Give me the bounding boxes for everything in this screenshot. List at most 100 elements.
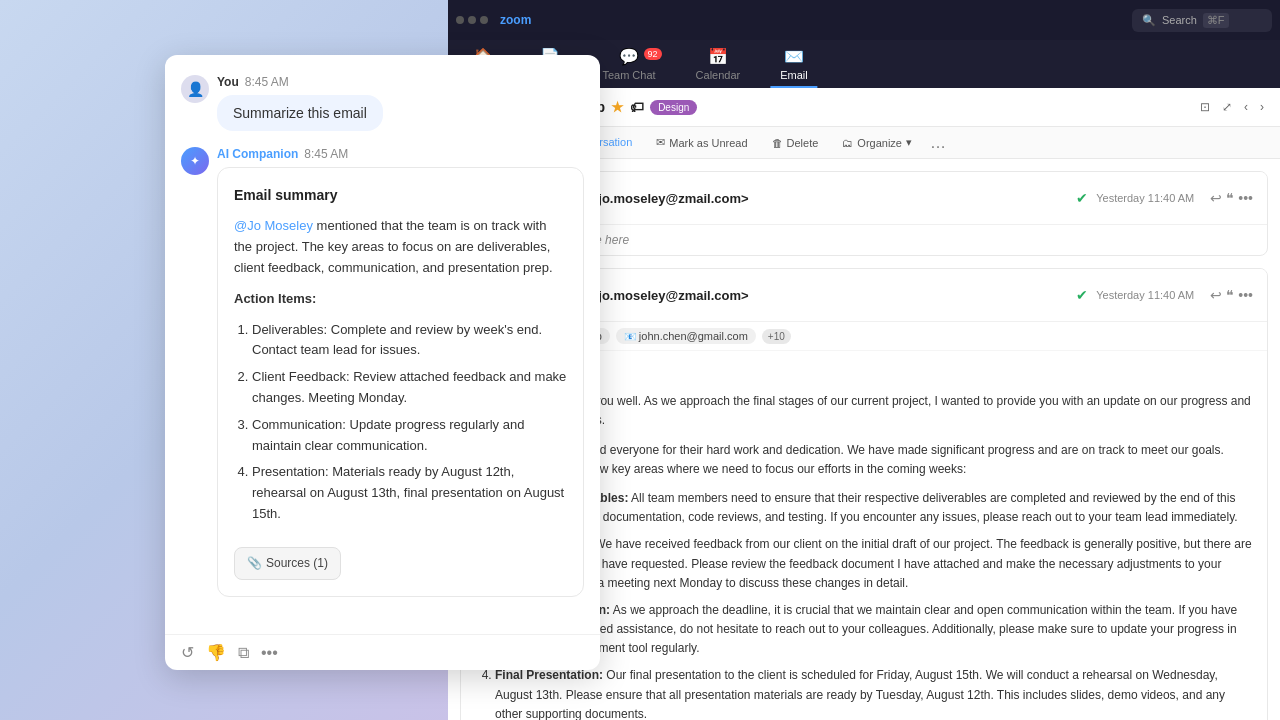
star-icon[interactable]: ★ [611,99,624,115]
sources-icon: 📎 [247,554,262,573]
timestamp-1: Yesterday 11:40 AM [1096,192,1194,204]
more-icon-2[interactable]: ••• [1238,287,1253,303]
copy-button[interactable]: ⧉ [238,644,249,662]
verified-icon-2: ✔ [1076,287,1088,303]
refresh-button[interactable]: ↺ [181,643,194,662]
sender-info-2: Jo Moseley <jo.moseley@zmail.com> [517,288,1076,303]
more-actions-button[interactable]: … [930,134,946,152]
verified-icon-1: ✔ [1076,190,1088,206]
dot-green [480,16,488,24]
recipient-name-2: john.chen@gmail.com [639,330,748,342]
window-controls [456,16,488,24]
ai-avatar-icon: ✦ [190,154,200,168]
top-bar-left: zoom [456,13,531,27]
tag-icon: 🏷 [630,99,644,115]
mark-unread-icon: ✉ [656,136,665,149]
dislike-button[interactable]: 👎 [206,643,226,662]
search-bar[interactable]: 🔍 Search ⌘F [1132,9,1272,32]
organize-button[interactable]: 🗂 Organize ▾ [836,133,918,152]
top-bar: zoom 🔍 Search ⌘F [448,0,1280,40]
design-tag[interactable]: Design [650,100,697,115]
ai-summary-text: @Jo Moseley mentioned that the team is o… [234,216,567,278]
chat-messages: 👤 You 8:45 AM Summarize this email ✦ AI … [165,55,600,634]
nav-next-icon[interactable]: › [1256,96,1268,118]
email-actions-1: ↩ ❝ ••• [1210,190,1253,206]
ai-avatar: ✦ [181,147,209,175]
action-item-4: Presentation: Materials ready by August … [252,462,567,524]
user-name: You [217,75,239,89]
email-item-1: Finalizing Deliverables: All team member… [495,489,1253,527]
chat-panel: 👤 You 8:45 AM Summarize this email ✦ AI … [165,55,600,670]
ai-info: AI Companion 8:45 AM Email summary @Jo M… [217,147,584,597]
toolbar-actions: ⊡ ⤢ ‹ › [1196,96,1268,118]
organize-icon: 🗂 [842,137,853,149]
quote-icon-2[interactable]: ❝ [1226,287,1234,303]
team-chat-badge: 92 [644,48,662,60]
email-actions-2: ↩ ❝ ••• [1210,287,1253,303]
quote-icon-1[interactable]: ❝ [1226,190,1234,206]
search-shortcut: ⌘F [1203,13,1229,28]
sender-info-1: Jo Moseley <jo.moseley@zmail.com> [517,191,1076,206]
nav-prev-icon[interactable]: ‹ [1240,96,1252,118]
recipient-icon-2: 📧 [624,331,636,342]
sources-label: Sources (1) [266,554,328,573]
recipient-chip-2: 📧 john.chen@gmail.com [616,328,756,344]
action-items-heading: Action Items: [234,291,316,306]
action-item-3: Communication: Update progress regularly… [252,415,567,457]
nav-label-team-chat: Team Chat [602,69,655,81]
resize-icon[interactable]: ⊡ [1196,96,1214,118]
email-item-2: Client Feedback: We have received feedba… [495,535,1253,593]
team-chat-icon: 💬 [619,47,639,66]
mention: @Jo Moseley [234,218,313,233]
sources-button[interactable]: 📎 Sources (1) [234,547,341,580]
user-message-row: 👤 You 8:45 AM Summarize this email [181,75,584,131]
ai-message-row: ✦ AI Companion 8:45 AM Email summary @Jo… [181,147,584,597]
more-options-button[interactable]: ••• [261,644,278,662]
ai-name-time: AI Companion 8:45 AM [217,147,584,161]
user-bubble: Summarize this email [217,95,383,131]
nav-label-calendar: Calendar [696,69,741,81]
organize-chevron: ▾ [906,136,912,149]
sender-name-1: Jo Moseley <jo.moseley@zmail.com> [517,191,1076,206]
action-items-label: Action Items: [234,289,567,310]
action-item-1: Deliverables: Complete and review by wee… [252,320,567,362]
user-avatar-icon: 👤 [187,81,204,97]
email-summary-heading: Email summary [234,184,567,206]
user-info: You 8:45 AM Summarize this email [217,75,383,131]
email-icon: ✉️ [784,47,804,66]
dot-red [456,16,464,24]
expand-icon[interactable]: ⤢ [1218,96,1236,118]
ai-name: AI Companion [217,147,298,161]
dot-yellow [468,16,476,24]
ai-action-items: Deliverables: Complete and review by wee… [234,320,567,525]
calendar-icon: 📅 [708,47,728,66]
ai-message-time: 8:45 AM [304,147,348,161]
email-meta-1: ✔ Yesterday 11:40 AM ↩ ❝ ••• [1076,190,1253,206]
email-meta-2: ✔ Yesterday 11:40 AM ↩ ❝ ••• [1076,287,1253,303]
user-avatar: 👤 [181,75,209,103]
nav-label-email: Email [780,69,808,81]
reply-icon-1[interactable]: ↩ [1210,190,1222,206]
search-icon: 🔍 [1142,14,1156,27]
nav-item-calendar[interactable]: 📅 Calendar [676,40,761,88]
search-label: Search [1162,14,1197,26]
delete-label: Delete [787,137,819,149]
reply-icon-2[interactable]: ↩ [1210,287,1222,303]
email-item-3: Team Collaboration: As we approach the d… [495,601,1253,659]
delete-button[interactable]: 🗑 Delete [766,134,825,152]
more-icon-1[interactable]: ••• [1238,190,1253,206]
ai-bubble: Email summary @Jo Moseley mentioned that… [217,167,584,597]
mark-unread-label: Mark as Unread [669,137,747,149]
action-item-2: Client Feedback: Review attached feedbac… [252,367,567,409]
nav-item-email[interactable]: ✉️ Email [760,40,828,88]
timestamp-2: Yesterday 11:40 AM [1096,289,1194,301]
user-name-time: You 8:45 AM [217,75,383,89]
user-message-time: 8:45 AM [245,75,289,89]
zoom-logo: zoom [500,13,531,27]
more-recipients[interactable]: +10 [762,329,791,344]
chat-actions-bar: ↺ 👎 ⧉ ••• [165,634,600,670]
email-item-4: Final Presentation: Our final presentati… [495,666,1253,720]
delete-icon: 🗑 [772,137,783,149]
sender-name-2: Jo Moseley <jo.moseley@zmail.com> [517,288,1076,303]
mark-unread-button[interactable]: ✉ Mark as Unread [650,133,753,152]
